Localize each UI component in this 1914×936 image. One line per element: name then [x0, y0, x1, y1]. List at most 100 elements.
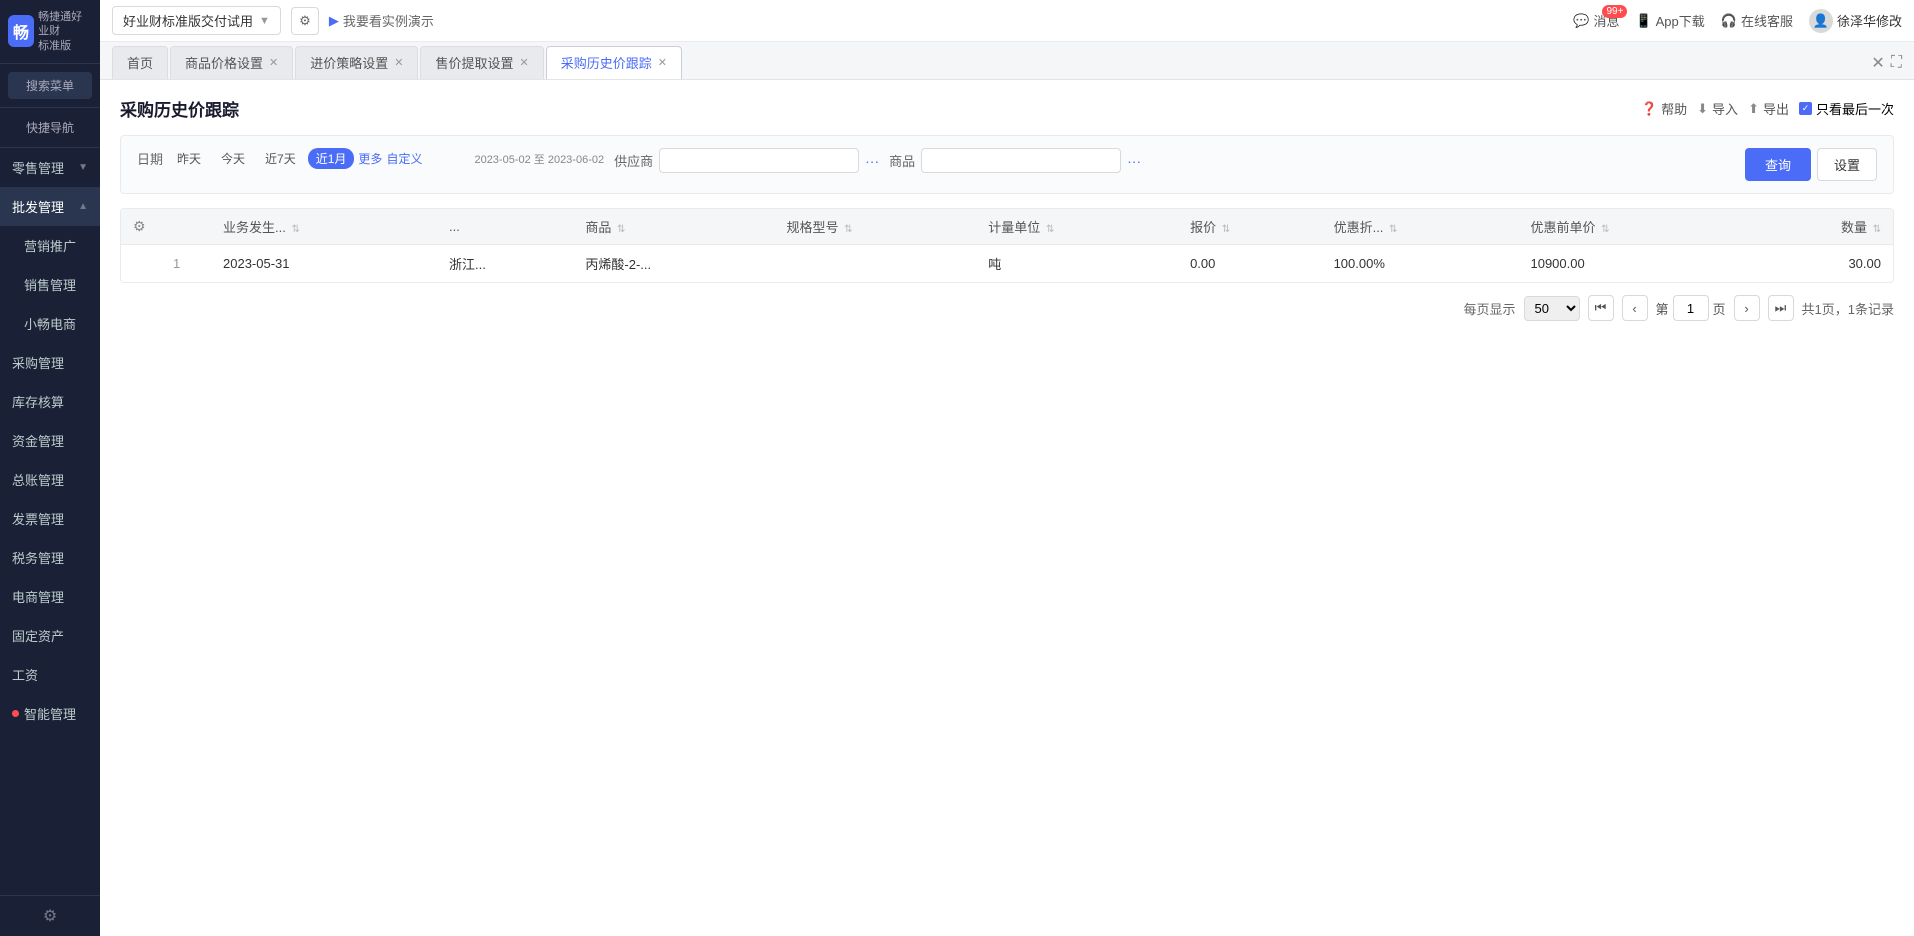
app-download-label: App下载 [1656, 11, 1705, 30]
phone-icon: 📱 [1635, 13, 1651, 29]
message-button[interactable]: 💬 消息 99+ [1573, 11, 1619, 30]
version-selector[interactable]: 好业财标准版交付试用 ▼ [112, 6, 281, 35]
tab-label: 售价提取设置 [435, 53, 513, 72]
date-opt-yesterday[interactable]: 昨天 [169, 148, 209, 169]
sidebar-item-purchase[interactable]: 采购管理 [0, 343, 100, 382]
online-service-button[interactable]: 🎧 在线客服 [1721, 11, 1793, 30]
date-range-display: 2023-05-02 至 2023-06-02 [474, 151, 604, 167]
row-spec [775, 245, 977, 283]
quick-nav-button[interactable]: 快捷导航 [0, 114, 100, 141]
tabbar-expand-controls: ✕ ⛶ [1871, 53, 1902, 79]
sidebar-item-label: 零售管理 [12, 158, 64, 177]
row-date: 2023-05-31 [211, 245, 437, 283]
tab-purchase-history[interactable]: 采购历史价跟踪 ✕ [546, 46, 682, 79]
last-only-checkbox[interactable]: ✓ [1799, 102, 1812, 115]
sidebar-item-label: 销售管理 [24, 275, 76, 294]
settings-icon[interactable]: ⚙ [43, 908, 57, 925]
supplier-dots[interactable]: ··· [865, 153, 879, 169]
sidebar-item-wholesale[interactable]: 批发管理 ▲ [0, 187, 100, 226]
sidebar-item-assets[interactable]: 固定资产 [0, 616, 100, 655]
col-product[interactable]: 商品 ⇅ [573, 209, 774, 245]
col-spec[interactable]: 规格型号 ⇅ [775, 209, 977, 245]
sidebar-item-tax[interactable]: 税务管理 [0, 538, 100, 577]
column-gear-icon[interactable]: ⚙ [133, 218, 146, 234]
sidebar-item-ecommerce[interactable]: 电商管理 [0, 577, 100, 616]
help-button[interactable]: ❓ 帮助 [1641, 99, 1687, 118]
search-menu-button[interactable]: 搜索菜单 [8, 72, 92, 99]
export-button[interactable]: ⬆ 导出 [1748, 99, 1789, 118]
chevron-down-icon: ▼ [78, 162, 88, 173]
query-button[interactable]: 查询 [1745, 148, 1811, 181]
last-only-label: 只看最后一次 [1816, 99, 1894, 118]
page-input-group: 第 页 [1656, 295, 1726, 321]
tab-purchase-strategy[interactable]: 进价策略设置 ✕ [295, 46, 418, 79]
sort-icon: ⇅ [291, 224, 299, 235]
tab-close-icon[interactable]: ✕ [269, 56, 278, 69]
last-only-checkbox-label[interactable]: ✓ 只看最后一次 [1799, 99, 1894, 118]
gear-settings-button[interactable]: ⚙ [291, 7, 319, 35]
col-date[interactable]: 业务发生... ⇅ [211, 209, 437, 245]
last-page-button[interactable]: ⏭ [1768, 295, 1794, 321]
date-opt-last1m[interactable]: 近1月 [308, 148, 355, 169]
tab-sale-price[interactable]: 售价提取设置 ✕ [420, 46, 543, 79]
col-expand[interactable]: ... [437, 209, 573, 245]
sidebar-settings[interactable]: ⚙ [0, 895, 100, 936]
col-unit[interactable]: 计量单位 ⇅ [976, 209, 1178, 245]
page-actions: ❓ 帮助 ⬇ 导入 ⬆ 导出 ✓ 只看最后一次 [1641, 99, 1894, 118]
col-quote[interactable]: 报价 ⇅ [1178, 209, 1322, 245]
product-input[interactable] [921, 148, 1121, 173]
tab-close-icon[interactable]: ✕ [658, 56, 667, 69]
date-filter-label: 日期 [137, 149, 163, 168]
sidebar-item-retail[interactable]: 零售管理 ▼ [0, 148, 100, 187]
col-price-before[interactable]: 优惠前单价 ⇅ [1518, 209, 1749, 245]
col-qty[interactable]: 数量 ⇅ [1749, 209, 1893, 245]
date-opt-today[interactable]: 今天 [213, 148, 253, 169]
first-page-button[interactable]: ⏮ [1588, 295, 1614, 321]
question-icon: ❓ [1641, 101, 1657, 117]
sidebar-item-inventory[interactable]: 库存核算 [0, 382, 100, 421]
sidebar-item-invoice[interactable]: 发票管理 [0, 499, 100, 538]
row-gear-cell [121, 245, 161, 283]
sidebar-item-marketing[interactable]: 营销推广 [0, 226, 100, 265]
col-discount[interactable]: 优惠折... ⇅ [1322, 209, 1519, 245]
sidebar-item-label: 总账管理 [12, 470, 64, 489]
date-opt-more[interactable]: 更多 [358, 150, 382, 167]
sidebar-item-accounting[interactable]: 总账管理 [0, 460, 100, 499]
sidebar-item-smart[interactable]: 智能管理 [0, 694, 100, 733]
tab-price[interactable]: 商品价格设置 ✕ [170, 46, 293, 79]
date-opt-custom[interactable]: 自定义 [386, 150, 422, 167]
user-menu-button[interactable]: 👤 徐泽华修改 [1809, 9, 1902, 33]
filter-bar: 日期 昨天 今天 近7天 近1月 更多 自定义 2023-05-02 至 202… [120, 135, 1894, 194]
sidebar-item-label: 小畅电商 [24, 314, 76, 333]
sidebar-search[interactable]: 搜索菜单 [0, 64, 100, 108]
prev-page-button[interactable]: ‹ [1622, 295, 1648, 321]
supplier-input[interactable] [659, 148, 859, 173]
sidebar-item-finance[interactable]: 资金管理 [0, 421, 100, 460]
tab-close-icon[interactable]: ✕ [394, 56, 403, 69]
tab-close-icon[interactable]: ✕ [520, 56, 529, 69]
sidebar-item-ecommerce-small[interactable]: 小畅电商 [0, 304, 100, 343]
sidebar-item-label: 发票管理 [12, 509, 64, 528]
table-row: 1 2023-05-31 浙江... 丙烯酸-2-... 吨 0.00 100.… [121, 245, 1893, 283]
tab-home[interactable]: 首页 [112, 46, 168, 79]
next-page-button[interactable]: › [1734, 295, 1760, 321]
product-dots[interactable]: ··· [1127, 153, 1141, 169]
tab-collapse-button[interactable]: ✕ [1871, 53, 1884, 73]
check-icon: ✓ [1802, 103, 1810, 114]
filter-actions: 查询 设置 [1745, 148, 1877, 181]
import-button[interactable]: ⬇ 导入 [1697, 99, 1738, 118]
headset-icon: 🎧 [1721, 13, 1737, 29]
per-page-select[interactable]: 50 100 200 [1524, 296, 1580, 321]
settings-button[interactable]: 设置 [1817, 148, 1877, 181]
gear-icon: ⚙ [299, 13, 311, 29]
product-filter-group: 商品 ··· [889, 148, 1141, 173]
page-number-input[interactable] [1673, 295, 1709, 321]
sidebar-quick-nav[interactable]: 快捷导航 [0, 108, 100, 148]
sidebar-item-label: 税务管理 [12, 548, 64, 567]
tab-fullscreen-button[interactable]: ⛶ [1891, 54, 1902, 72]
sidebar-item-sales[interactable]: 销售管理 [0, 265, 100, 304]
app-download-button[interactable]: 📱 App下载 [1635, 11, 1704, 30]
sidebar-item-salary[interactable]: 工资 [0, 655, 100, 694]
date-opt-last7[interactable]: 近7天 [257, 148, 304, 169]
demo-button[interactable]: ▶ 我要看实例演示 [329, 11, 434, 30]
